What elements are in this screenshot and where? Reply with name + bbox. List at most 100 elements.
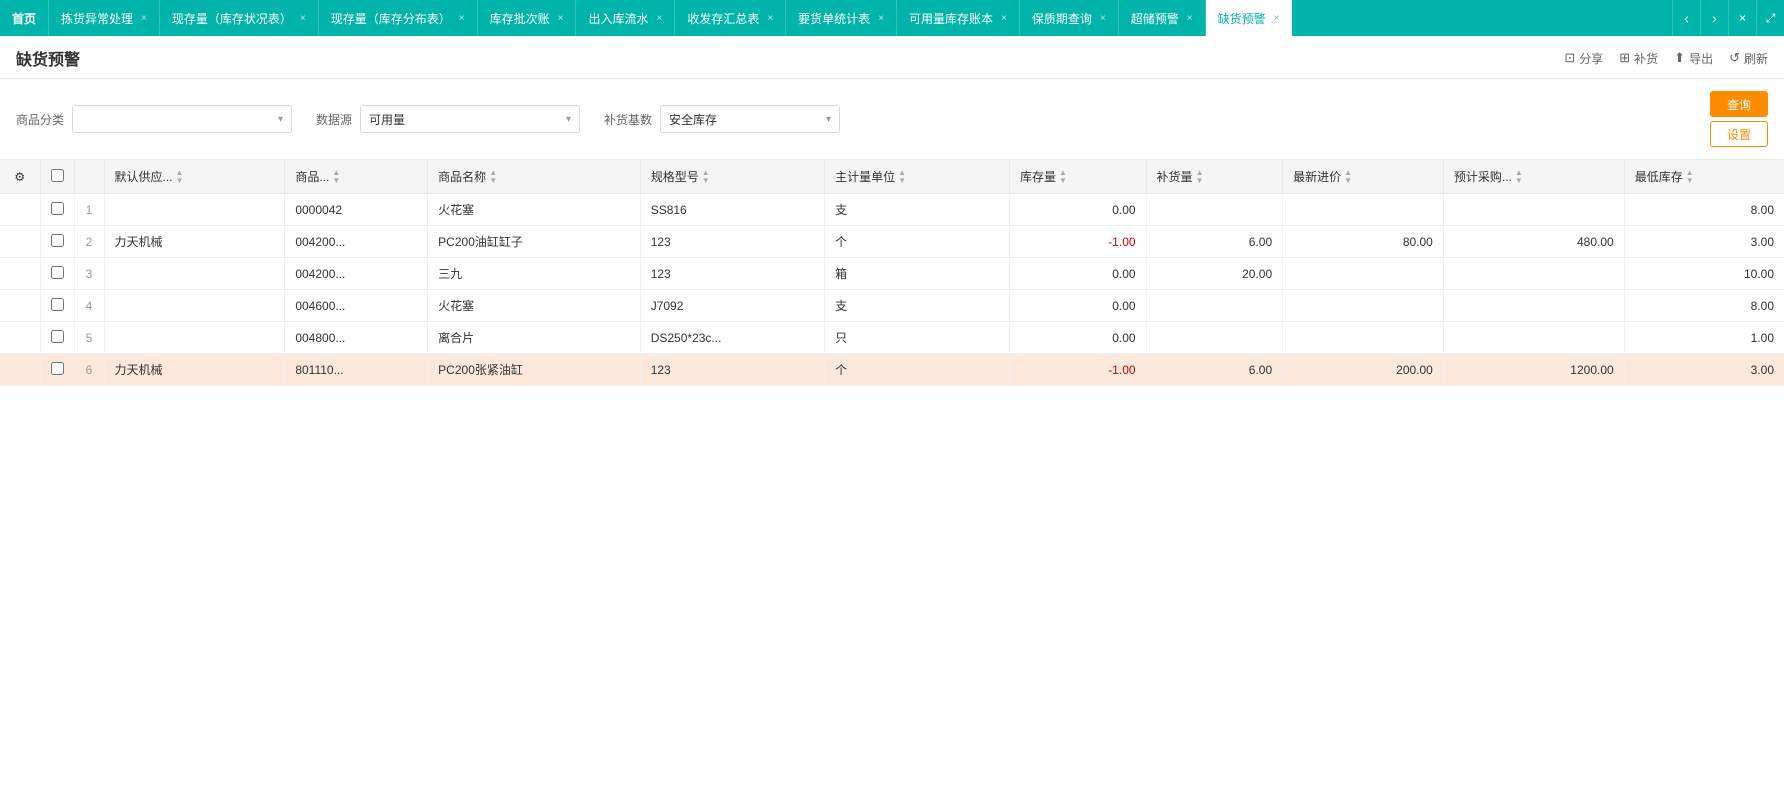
nav-tab-inout-flow[interactable]: 出入库流水 × bbox=[576, 0, 675, 36]
row-gear-cell bbox=[0, 322, 40, 354]
row-checkbox-cell[interactable] bbox=[40, 258, 74, 290]
row-unit: 箱 bbox=[825, 258, 1010, 290]
nav-tab-stock-status[interactable]: 现存量（库存状况表） × bbox=[160, 0, 319, 36]
product-category-label: 商品分类 bbox=[16, 111, 64, 128]
table-header-row: ⚙ 默认供应... ▲▼ 商品. bbox=[0, 160, 1784, 194]
row-unit: 个 bbox=[825, 226, 1010, 258]
row-latest-price: 80.00 bbox=[1283, 226, 1444, 258]
refresh-btn[interactable]: ↺ 刷新 bbox=[1729, 50, 1768, 67]
nav-tab-label: 现存量（库存状况表） bbox=[172, 10, 292, 27]
nav-tab-label: 出入库流水 bbox=[588, 10, 648, 27]
nav-tab-order-stat[interactable]: 要货单统计表 × bbox=[786, 0, 897, 36]
data-table: ⚙ 默认供应... ▲▼ 商品. bbox=[0, 160, 1784, 386]
row-min-stock: 10.00 bbox=[1624, 258, 1784, 290]
row-latest-price: 200.00 bbox=[1283, 354, 1444, 386]
th-gear[interactable]: ⚙ bbox=[0, 160, 40, 194]
row-product-code: 004800... bbox=[285, 322, 428, 354]
row-default-supplier bbox=[104, 322, 285, 354]
th-product-code[interactable]: 商品... ▲▼ bbox=[285, 160, 428, 194]
select-all-checkbox[interactable] bbox=[51, 169, 64, 182]
row-checkbox[interactable] bbox=[51, 298, 64, 311]
query-button[interactable]: 查询 bbox=[1710, 91, 1768, 117]
th-checkbox[interactable] bbox=[40, 160, 74, 194]
page-title: 缺货预警 bbox=[16, 46, 1564, 70]
row-product-code: 801110... bbox=[285, 354, 428, 386]
nav-tab-expiry-query[interactable]: 保质期查询× bbox=[1020, 0, 1119, 36]
row-unit: 支 bbox=[825, 290, 1010, 322]
replenish-base-select[interactable]: 安全库存 ▾ bbox=[660, 105, 840, 133]
row-checkbox[interactable] bbox=[51, 362, 64, 375]
th-latest-price[interactable]: 最新进价 ▲▼ bbox=[1283, 160, 1444, 194]
row-latest-price bbox=[1283, 194, 1444, 226]
th-unit[interactable]: 主计量单位 ▲▼ bbox=[825, 160, 1010, 194]
nav-right-arrow[interactable]: › bbox=[1700, 0, 1728, 36]
th-spec[interactable]: 规格型号 ▲▼ bbox=[640, 160, 824, 194]
export-icon: ⬆ bbox=[1674, 50, 1685, 66]
row-default-supplier bbox=[104, 258, 285, 290]
row-checkbox-cell[interactable] bbox=[40, 290, 74, 322]
row-gear-cell bbox=[0, 354, 40, 386]
nav-tab-close[interactable]: × bbox=[1100, 13, 1106, 24]
nav-tab-batch-acc[interactable]: 库存批次账× bbox=[478, 0, 577, 36]
nav-tab-collect-sum[interactable]: 收发存汇总表 × bbox=[675, 0, 786, 36]
table-container: ⚙ 默认供应... ▲▼ 商品. bbox=[0, 160, 1784, 386]
nav-tab-close[interactable]: × bbox=[656, 13, 662, 24]
row-stock-qty: 0.00 bbox=[1009, 194, 1146, 226]
nav-tab-label: 要货单统计表 bbox=[798, 10, 870, 27]
refresh-label: 刷新 bbox=[1744, 50, 1768, 67]
nav-tab-close[interactable]: × bbox=[1274, 13, 1280, 24]
row-est-purchase bbox=[1443, 258, 1624, 290]
nav-tab-pick-err[interactable]: 拣货异常处理× bbox=[49, 0, 160, 36]
export-btn[interactable]: ⬆ 导出 bbox=[1674, 50, 1713, 67]
nav-tab-close[interactable]: × bbox=[767, 13, 773, 24]
nav-tab-close[interactable]: × bbox=[141, 13, 147, 24]
nav-close-btn[interactable]: × bbox=[1728, 0, 1756, 36]
replenish-btn[interactable]: ⊞ 补货 bbox=[1619, 50, 1658, 67]
nav-tab-close[interactable]: × bbox=[300, 13, 306, 24]
row-checkbox[interactable] bbox=[51, 266, 64, 279]
nav-maximize-btn[interactable]: ⤢ bbox=[1756, 0, 1784, 36]
row-spec: 123 bbox=[640, 258, 824, 290]
nav-tab-home[interactable]: 首页 bbox=[0, 0, 49, 36]
th-default-supplier[interactable]: 默认供应... ▲▼ bbox=[104, 160, 285, 194]
replenish-base-chevron: ▾ bbox=[826, 114, 831, 125]
nav-tab-avail-book[interactable]: 可用量库存账本× bbox=[897, 0, 1020, 36]
nav-tab-close[interactable]: × bbox=[878, 13, 884, 24]
data-source-value: 可用量 bbox=[369, 111, 405, 128]
nav-tab-close[interactable]: × bbox=[1187, 13, 1193, 24]
settings-button[interactable]: 设置 bbox=[1710, 121, 1768, 147]
product-category-select[interactable]: ▾ bbox=[72, 105, 292, 133]
row-replenish-qty bbox=[1146, 194, 1283, 226]
page-header: 缺货预警 ⊡ 分享 ⊞ 补货 ⬆ 导出 ↺ 刷新 bbox=[0, 36, 1784, 79]
data-source-select[interactable]: 可用量 ▾ bbox=[360, 105, 580, 133]
nav-tab-stock-dist[interactable]: 现存量（库存分布表）× bbox=[319, 0, 478, 36]
row-checkbox-cell[interactable] bbox=[40, 354, 74, 386]
data-source-chevron: ▾ bbox=[566, 114, 571, 125]
data-source-label: 数据源 bbox=[316, 111, 352, 128]
row-checkbox-cell[interactable] bbox=[40, 226, 74, 258]
row-checkbox[interactable] bbox=[51, 202, 64, 215]
th-product-name[interactable]: 商品名称 ▲▼ bbox=[428, 160, 641, 194]
th-replenish-qty[interactable]: 补货量 ▲▼ bbox=[1146, 160, 1283, 194]
th-stock-qty[interactable]: 库存量 ▲▼ bbox=[1009, 160, 1146, 194]
page-container: 缺货预警 ⊡ 分享 ⊞ 补货 ⬆ 导出 ↺ 刷新 商品分类 bbox=[0, 36, 1784, 796]
row-number: 4 bbox=[74, 290, 104, 322]
th-est-purchase[interactable]: 预计采购... ▲▼ bbox=[1443, 160, 1624, 194]
row-latest-price bbox=[1283, 290, 1444, 322]
nav-tab-close[interactable]: × bbox=[1001, 13, 1007, 24]
row-checkbox[interactable] bbox=[51, 330, 64, 343]
table-row: 3004200...三九123箱0.0020.0010.00 bbox=[0, 258, 1784, 290]
nav-tab-overstock-warn[interactable]: 超储预警× bbox=[1119, 0, 1206, 36]
nav-left-arrow[interactable]: ‹ bbox=[1672, 0, 1700, 36]
nav-tab-close[interactable]: × bbox=[558, 13, 564, 24]
share-btn[interactable]: ⊡ 分享 bbox=[1564, 50, 1603, 67]
nav-tab-close[interactable]: × bbox=[459, 13, 465, 24]
th-min-stock[interactable]: 最低库存 ▲▼ bbox=[1624, 160, 1784, 194]
row-spec: DS250*23c... bbox=[640, 322, 824, 354]
row-checkbox-cell[interactable] bbox=[40, 322, 74, 354]
row-checkbox-cell[interactable] bbox=[40, 194, 74, 226]
nav-tab-label: 收发存汇总表 bbox=[687, 10, 759, 27]
row-checkbox[interactable] bbox=[51, 234, 64, 247]
nav-tab-label: 缺货预警 bbox=[1218, 10, 1266, 27]
nav-tab-shortage-warn[interactable]: 缺货预警 × bbox=[1206, 0, 1293, 36]
